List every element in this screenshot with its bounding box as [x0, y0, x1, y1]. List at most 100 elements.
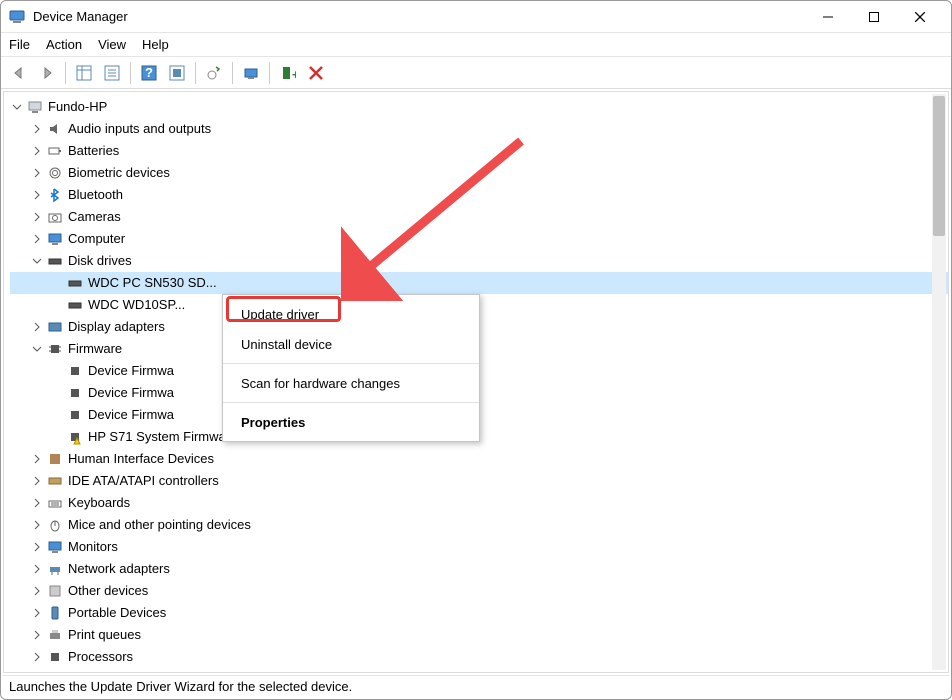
context-item-label: Uninstall device — [241, 337, 332, 352]
chip-warning-icon — [66, 428, 84, 446]
show-hide-tree-button[interactable] — [71, 60, 97, 86]
minimize-button[interactable] — [805, 1, 851, 33]
action-toolbar-button[interactable] — [164, 60, 190, 86]
chevron-right-icon[interactable] — [30, 122, 44, 136]
close-button[interactable] — [897, 1, 943, 33]
tree-item-disk-drives[interactable]: Disk drives — [10, 250, 948, 272]
other-icon — [46, 582, 64, 600]
tree-item-disk1[interactable]: WDC PC SN530 SD... — [10, 272, 948, 294]
status-text: Launches the Update Driver Wizard for th… — [9, 679, 352, 694]
mouse-icon — [46, 516, 64, 534]
chevron-down-icon[interactable] — [10, 100, 24, 114]
uninstall-device-toolbar-button[interactable] — [303, 60, 329, 86]
chevron-right-icon[interactable] — [30, 320, 44, 334]
tree-item-hid[interactable]: Human Interface Devices — [10, 448, 948, 470]
speaker-icon — [46, 120, 64, 138]
properties-toolbar-button[interactable] — [99, 60, 125, 86]
tree-item-mice[interactable]: Mice and other pointing devices — [10, 514, 948, 536]
tree-label: Portable Devices — [68, 602, 166, 624]
keyboard-icon — [46, 494, 64, 512]
tree-label: Firmware — [68, 338, 122, 360]
disk-icon — [46, 252, 64, 270]
context-update-driver[interactable]: Update driver — [223, 299, 479, 329]
help-toolbar-button[interactable]: ? — [136, 60, 162, 86]
chevron-right-icon[interactable] — [30, 584, 44, 598]
tree-label: HP S71 System Firmware — [88, 426, 237, 448]
menu-file[interactable]: File — [9, 37, 30, 52]
chevron-right-icon[interactable] — [30, 452, 44, 466]
tree-label: Disk drives — [68, 250, 132, 272]
chevron-right-icon[interactable] — [30, 606, 44, 620]
scrollbar-thumb[interactable] — [933, 96, 945, 236]
chevron-right-icon[interactable] — [30, 650, 44, 664]
tree-label: Device Firmwa — [88, 404, 174, 426]
tree-item-ide[interactable]: IDE ATA/ATAPI controllers — [10, 470, 948, 492]
monitor-icon — [46, 230, 64, 248]
chevron-right-icon[interactable] — [30, 144, 44, 158]
toolbar: ? + — [1, 57, 951, 89]
chevron-down-icon[interactable] — [30, 342, 44, 356]
tree-item-other[interactable]: Other devices — [10, 580, 948, 602]
menubar: File Action View Help — [1, 33, 951, 57]
tree-label: Device Firmwa — [88, 382, 174, 404]
chip-icon — [66, 362, 84, 380]
tree-root[interactable]: Fundo-HP — [10, 96, 948, 118]
network-icon — [46, 560, 64, 578]
chevron-right-icon[interactable] — [30, 474, 44, 488]
tree-label: Audio inputs and outputs — [68, 118, 211, 140]
tree-label: Bluetooth — [68, 184, 123, 206]
context-item-label: Update driver — [241, 307, 319, 322]
tree-label: Fundo-HP — [48, 96, 107, 118]
update-driver-toolbar-button[interactable] — [201, 60, 227, 86]
fingerprint-icon — [46, 164, 64, 182]
ide-icon — [46, 472, 64, 490]
tree-item-computer[interactable]: Computer — [10, 228, 948, 250]
context-uninstall-device[interactable]: Uninstall device — [223, 329, 479, 359]
chevron-right-icon[interactable] — [30, 562, 44, 576]
tree-label: Monitors — [68, 536, 118, 558]
context-scan-hardware[interactable]: Scan for hardware changes — [223, 368, 479, 398]
chevron-right-icon[interactable] — [30, 540, 44, 554]
tree-item-printq[interactable]: Print queues — [10, 624, 948, 646]
menu-view[interactable]: View — [98, 37, 126, 52]
context-menu: Update driver Uninstall device Scan for … — [222, 294, 480, 442]
back-button[interactable] — [6, 60, 32, 86]
tree-label: Biometric devices — [68, 162, 170, 184]
chevron-right-icon[interactable] — [30, 628, 44, 642]
add-legacy-hardware-button[interactable]: + — [275, 60, 301, 86]
tree-item-audio[interactable]: Audio inputs and outputs — [10, 118, 948, 140]
forward-button[interactable] — [34, 60, 60, 86]
tree-item-processors[interactable]: Processors — [10, 646, 948, 668]
tree-label: Print queues — [68, 624, 141, 646]
disk-icon — [66, 296, 84, 314]
bluetooth-icon — [46, 186, 64, 204]
context-properties[interactable]: Properties — [223, 407, 479, 437]
svg-text:+: + — [292, 67, 296, 81]
chevron-right-icon[interactable] — [30, 518, 44, 532]
maximize-button[interactable] — [851, 1, 897, 33]
tree-item-portable[interactable]: Portable Devices — [10, 602, 948, 624]
menu-help[interactable]: Help — [142, 37, 169, 52]
app-icon — [9, 9, 25, 25]
chevron-down-icon[interactable] — [30, 254, 44, 268]
disk-icon — [66, 274, 84, 292]
chevron-right-icon[interactable] — [30, 210, 44, 224]
chevron-right-icon[interactable] — [30, 188, 44, 202]
chevron-right-icon[interactable] — [30, 232, 44, 246]
tree-label: Display adapters — [68, 316, 165, 338]
tree-item-bluetooth[interactable]: Bluetooth — [10, 184, 948, 206]
tree-item-batteries[interactable]: Batteries — [10, 140, 948, 162]
tree-item-monitors[interactable]: Monitors — [10, 536, 948, 558]
tree-label: Other devices — [68, 580, 148, 602]
chevron-right-icon[interactable] — [30, 496, 44, 510]
cpu-icon — [46, 648, 64, 666]
portable-icon — [46, 604, 64, 622]
chevron-right-icon[interactable] — [30, 166, 44, 180]
tree-item-network[interactable]: Network adapters — [10, 558, 948, 580]
tree-item-biometric[interactable]: Biometric devices — [10, 162, 948, 184]
vertical-scrollbar[interactable] — [932, 94, 946, 670]
scan-hardware-toolbar-button[interactable] — [238, 60, 264, 86]
tree-item-keyboards[interactable]: Keyboards — [10, 492, 948, 514]
tree-item-cameras[interactable]: Cameras — [10, 206, 948, 228]
menu-action[interactable]: Action — [46, 37, 82, 52]
